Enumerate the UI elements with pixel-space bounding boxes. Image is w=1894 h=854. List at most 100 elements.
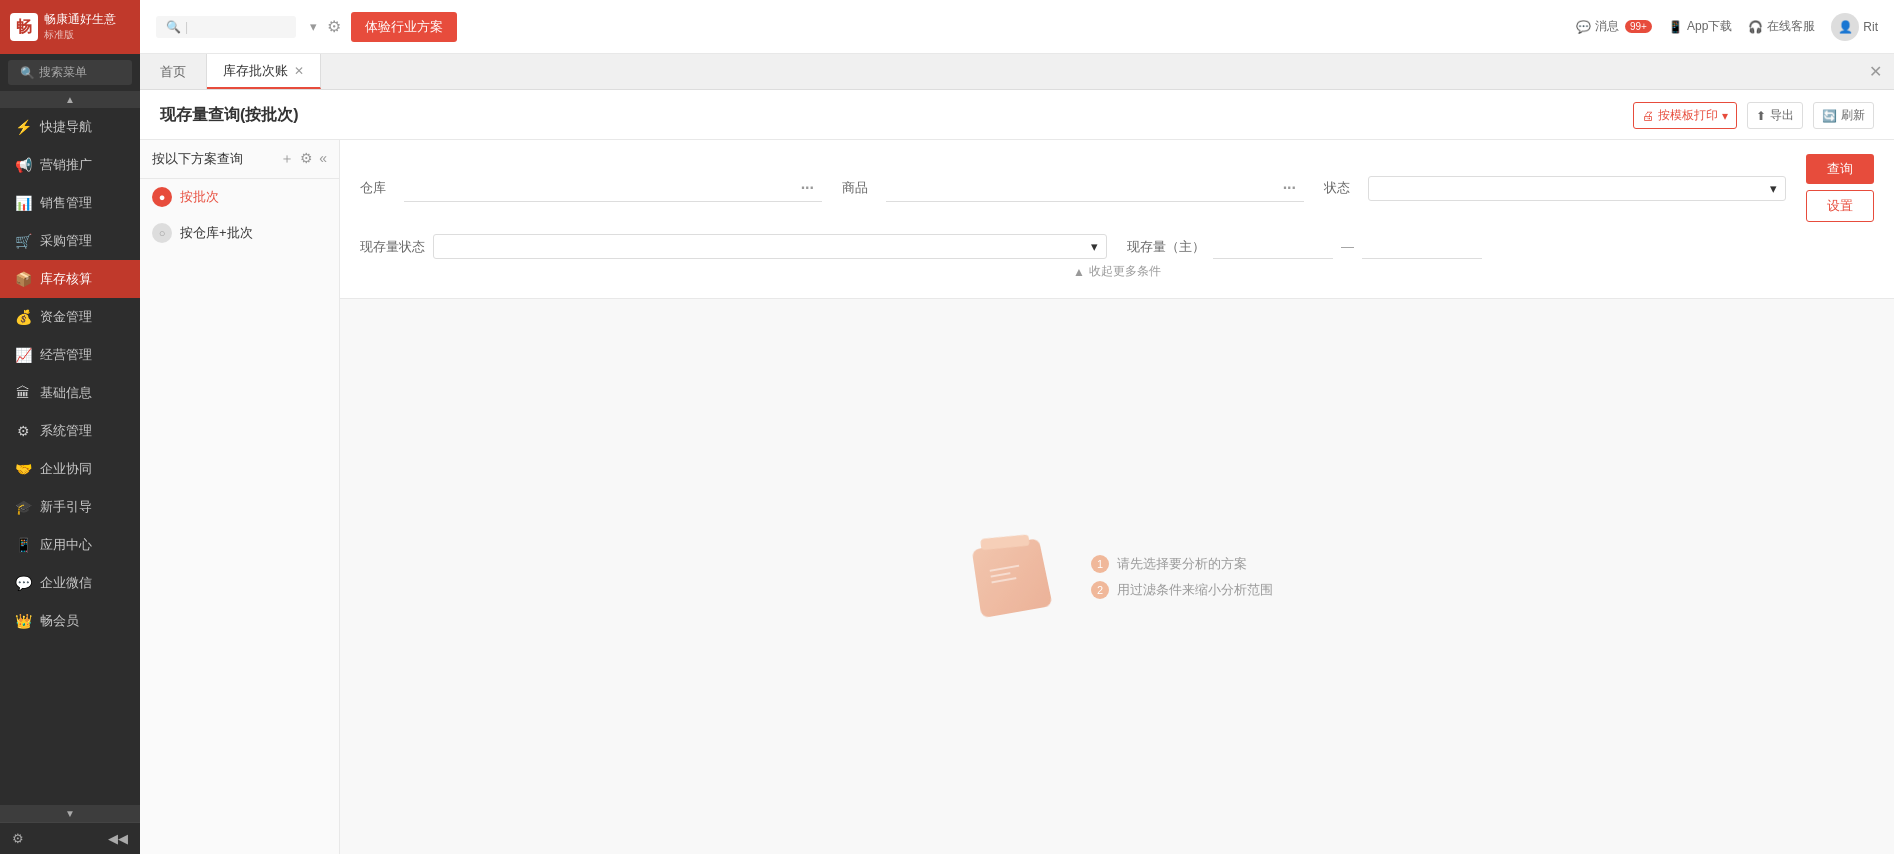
query-button[interactable]: 查询	[1806, 154, 1874, 184]
print-label: 按模板打印	[1658, 107, 1718, 124]
sidebar-item-quicknav[interactable]: ⚡ 快捷导航	[0, 108, 140, 146]
collapse-icon[interactable]: ◀◀	[108, 831, 128, 846]
left-panel: 按以下方案查询 ＋ ⚙ « ● 按批次 ○ 按仓库+批次	[140, 140, 340, 854]
inv-qty-to-input[interactable]	[1362, 235, 1482, 259]
user-avatar-icon: 👤	[1838, 20, 1853, 34]
sidebar-item-marketing[interactable]: 📢 营销推广	[0, 146, 140, 184]
empty-state: 1 请先选择要分析的方案 2 用过滤条件来缩小分析范围	[340, 299, 1894, 854]
filter-row-2: 现存量状态 ▾ 现存量（主） —	[360, 234, 1874, 259]
gear-scheme-icon[interactable]: ⚙	[300, 150, 313, 168]
sidebar-item-purchase[interactable]: 🛒 采购管理	[0, 222, 140, 260]
add-scheme-icon[interactable]: ＋	[280, 150, 294, 168]
filter-row-1: 仓库 ··· 商品 ···	[360, 154, 1874, 222]
inv-qty-from-input[interactable]	[1213, 235, 1333, 259]
member-icon: 👑	[14, 613, 32, 629]
status-label: 状态	[1324, 179, 1360, 197]
sidebar-nav: ⚡ 快捷导航 📢 营销推广 📊 销售管理 🛒 采购管理 📦 库存核算 💰 资金管…	[0, 108, 140, 805]
empty-tip-1: 1 请先选择要分析的方案	[1091, 555, 1273, 573]
empty-tip-2: 2 用过滤条件来缩小分析范围	[1091, 581, 1273, 599]
sidebar-item-wechat[interactable]: 💬 企业微信	[0, 564, 140, 602]
operations-icon: 📈	[14, 347, 32, 363]
scheme-label-batch: 按批次	[180, 188, 219, 206]
inv-status-select[interactable]: ▾	[433, 234, 1107, 259]
trial-button[interactable]: 体验行业方案	[351, 12, 457, 42]
sidebar-item-member[interactable]: 👑 畅会员	[0, 602, 140, 640]
sidebar-item-system[interactable]: ⚙ 系统管理	[0, 412, 140, 450]
print-icon: 🖨	[1642, 109, 1654, 123]
export-icon: ⬆	[1756, 109, 1766, 123]
messages-btn[interactable]: 💬 消息 99+	[1576, 18, 1652, 35]
goods-label: 商品	[842, 179, 878, 197]
sidebar-item-appstore[interactable]: 📱 应用中心	[0, 526, 140, 564]
goods-input-box[interactable]: ···	[886, 175, 1304, 202]
topbar-actions: 💬 消息 99+ 📱 App下载 🎧 在线客服 👤 Rit	[1576, 13, 1878, 41]
scheme-item-batch[interactable]: ● 按批次	[140, 179, 339, 215]
sidebar-item-finance[interactable]: 💰 资金管理	[0, 298, 140, 336]
collapse-label: 收起更多条件	[1089, 263, 1161, 280]
sidebar-item-basic[interactable]: 🏛 基础信息	[0, 374, 140, 412]
finance-icon: 💰	[14, 309, 32, 325]
scroll-up-btn[interactable]: ▲	[0, 91, 140, 108]
scheme-icon-warehouse: ○	[152, 223, 172, 243]
collapse-scheme-icon[interactable]: «	[319, 150, 327, 168]
sidebar-item-label: 畅会员	[40, 612, 79, 630]
newbie-icon: 🎓	[14, 499, 32, 515]
scheme-item-warehouse-batch[interactable]: ○ 按仓库+批次	[140, 215, 339, 251]
goods-more-icon[interactable]: ···	[1283, 179, 1296, 197]
collapse-more-btn[interactable]: ▲ 收起更多条件	[360, 259, 1874, 284]
basic-icon: 🏛	[14, 385, 32, 401]
scroll-down-btn[interactable]: ▼	[0, 805, 140, 822]
refresh-icon: 🔄	[1822, 109, 1837, 123]
topbar-search[interactable]: 🔍 |	[156, 16, 296, 38]
tab-close-all-btn[interactable]: ✕	[1857, 54, 1894, 89]
page-header: 现存量查询(按批次) 🖨 按模板打印 ▾ ⬆ 导出 🔄 刷新	[140, 90, 1894, 140]
online-service-btn[interactable]: 🎧 在线客服	[1748, 18, 1815, 35]
main-area: 🔍 | ▾ ⚙ 体验行业方案 💬 消息 99+ 📱 App下载 🎧 在线客服	[140, 0, 1894, 854]
sidebar-item-label: 经营管理	[40, 346, 92, 364]
sidebar: 畅 畅康通好生意 标准版 🔍 搜索菜单 ▲ ⚡ 快捷导航 📢 营销推广 📊 销售…	[0, 0, 140, 854]
settings-button[interactable]: 设置	[1806, 190, 1874, 222]
print-btn[interactable]: 🖨 按模板打印 ▾	[1633, 102, 1737, 129]
warehouse-label: 仓库	[360, 179, 396, 197]
sidebar-item-operations[interactable]: 📈 经营管理	[0, 336, 140, 374]
goods-input[interactable]	[894, 180, 1279, 195]
sales-icon: 📊	[14, 195, 32, 211]
filter-group-inv-status: 现存量状态 ▾	[360, 234, 1107, 259]
filter-area: 仓库 ··· 商品 ···	[340, 140, 1894, 299]
sidebar-bottom: ⚙ ◀◀	[0, 822, 140, 854]
warehouse-input[interactable]	[412, 180, 797, 195]
app-download-btn[interactable]: 📱 App下载	[1668, 18, 1732, 35]
sidebar-item-inventory[interactable]: 📦 库存核算	[0, 260, 140, 298]
tab-inventory-batch[interactable]: 库存批次账 ✕	[207, 54, 321, 89]
sidebar-item-sales[interactable]: 📊 销售管理	[0, 184, 140, 222]
settings-icon[interactable]: ⚙	[12, 831, 24, 846]
sidebar-header: 畅 畅康通好生意 标准版	[0, 0, 140, 54]
tab-home[interactable]: 首页	[140, 54, 207, 89]
inv-status-arrow: ▾	[1091, 239, 1098, 254]
user-menu[interactable]: 👤 Rit	[1831, 13, 1878, 41]
warehouse-more-icon[interactable]: ···	[801, 179, 814, 197]
purchase-icon: 🛒	[14, 233, 32, 249]
topbar-gear-icon[interactable]: ⚙	[327, 17, 341, 36]
export-btn[interactable]: ⬆ 导出	[1747, 102, 1803, 129]
app-title: 畅康通好生意	[44, 12, 116, 28]
tab-inventory-label: 库存批次账	[223, 62, 288, 80]
right-panel: 仓库 ··· 商品 ···	[340, 140, 1894, 854]
messages-badge: 99+	[1625, 20, 1652, 33]
online-service-label: 在线客服	[1767, 18, 1815, 35]
topbar-search-icon: 🔍	[166, 20, 181, 34]
sidebar-item-newbie[interactable]: 🎓 新手引导	[0, 488, 140, 526]
sidebar-item-collab[interactable]: 🤝 企业协同	[0, 450, 140, 488]
sidebar-item-label: 快捷导航	[40, 118, 92, 136]
print-dropdown-icon[interactable]: ▾	[1722, 109, 1728, 123]
scheme-actions: ＋ ⚙ «	[280, 150, 327, 168]
refresh-btn[interactable]: 🔄 刷新	[1813, 102, 1874, 129]
tab-close-icon[interactable]: ✕	[294, 64, 304, 78]
refresh-label: 刷新	[1841, 107, 1865, 124]
tip-text-2: 用过滤条件来缩小分析范围	[1117, 581, 1273, 599]
sidebar-search[interactable]: 🔍 搜索菜单	[8, 60, 132, 85]
status-select[interactable]: ▾	[1368, 176, 1786, 201]
topbar-dropdown-icon[interactable]: ▾	[310, 19, 317, 34]
warehouse-input-box[interactable]: ···	[404, 175, 822, 202]
topbar: 🔍 | ▾ ⚙ 体验行业方案 💬 消息 99+ 📱 App下载 🎧 在线客服	[140, 0, 1894, 54]
